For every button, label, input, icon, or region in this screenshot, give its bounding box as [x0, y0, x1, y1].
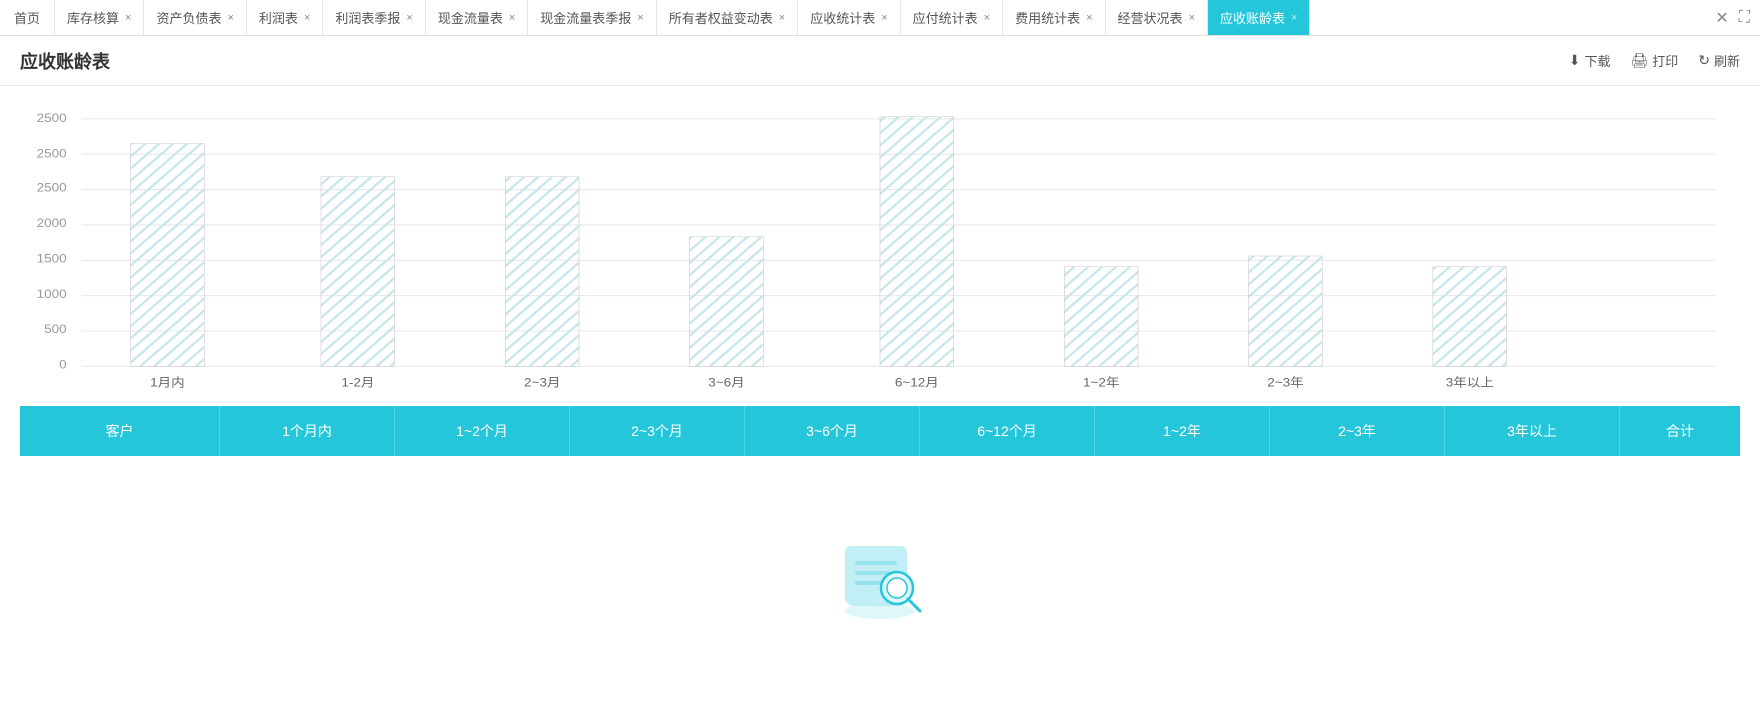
header-actions: ⬇ 下载 🖨 打印 ↻ 刷新: [1569, 51, 1740, 70]
empty-illustration: [825, 516, 935, 626]
col-3-6month: 3~6个月: [745, 406, 920, 456]
minimize-button[interactable]: ✕: [1715, 8, 1728, 28]
tab-close-balance[interactable]: ×: [227, 12, 233, 24]
svg-text:2500: 2500: [37, 112, 67, 125]
tab-close-ar-aging[interactable]: ×: [1291, 12, 1297, 24]
svg-text:2~3月: 2~3月: [524, 376, 560, 389]
tab-cashflow[interactable]: 现金流量表 ×: [426, 0, 528, 36]
svg-text:6~12月: 6~12月: [895, 376, 939, 389]
svg-text:3年以上: 3年以上: [1446, 376, 1494, 389]
col-6-12month: 6~12个月: [920, 406, 1095, 456]
chart-area: 2500 2500 2500 2000 1500 1000 500 0: [20, 106, 1740, 406]
empty-state: [20, 456, 1740, 666]
tab-close-equity[interactable]: ×: [779, 12, 785, 24]
tab-close-operation[interactable]: ×: [1189, 12, 1195, 24]
maximize-button[interactable]: ⛶: [1739, 9, 1750, 27]
svg-text:500: 500: [44, 323, 67, 336]
tab-operation[interactable]: 经营状况表 ×: [1106, 0, 1208, 36]
svg-text:1月内: 1月内: [150, 376, 184, 389]
tab-close-profit[interactable]: ×: [304, 12, 310, 24]
svg-text:2~3年: 2~3年: [1267, 376, 1304, 389]
tab-close-inventory[interactable]: ×: [125, 12, 131, 24]
tab-balance[interactable]: 资产负债表 ×: [144, 0, 246, 36]
tab-cashflow-quarterly[interactable]: 现金流量表季报 ×: [528, 0, 656, 36]
table-header: 客户 1个月内 1~2个月 2~3个月 3~6个月 6~12个月 1~2年 2~…: [20, 406, 1740, 456]
tab-ar-aging[interactable]: 应收账龄表 ×: [1208, 0, 1310, 36]
svg-text:2500: 2500: [37, 181, 67, 194]
col-2-3year: 2~3年: [1270, 406, 1445, 456]
svg-text:1000: 1000: [37, 288, 67, 301]
col-1month: 1个月内: [220, 406, 395, 456]
svg-text:0: 0: [59, 358, 67, 371]
col-2-3month: 2~3个月: [570, 406, 745, 456]
col-customer: 客户: [20, 406, 220, 456]
svg-text:2000: 2000: [37, 217, 67, 230]
main-content: 2500 2500 2500 2000 1500 1000 500 0: [0, 86, 1760, 720]
refresh-button[interactable]: ↻ 刷新: [1698, 51, 1740, 70]
col-total: 合计: [1620, 406, 1740, 456]
tab-expense-stat[interactable]: 费用统计表 ×: [1003, 0, 1105, 36]
tab-inventory[interactable]: 库存核算 ×: [55, 0, 144, 36]
tab-close-expense-stat[interactable]: ×: [1086, 12, 1092, 24]
window-controls: ✕ ⛶: [1705, 0, 1760, 36]
tab-equity[interactable]: 所有者权益变动表 ×: [657, 0, 798, 36]
tab-close-ar-stat[interactable]: ×: [881, 12, 887, 24]
refresh-icon: ↻: [1698, 52, 1710, 69]
svg-text:1~2年: 1~2年: [1083, 376, 1120, 389]
tab-close-ap-stat[interactable]: ×: [984, 12, 990, 24]
tab-bar: 首页 库存核算 × 资产负债表 × 利润表 × 利润表季报 × 现金流量表 × …: [0, 0, 1760, 36]
print-icon: 🖨: [1630, 52, 1648, 69]
bar-chart: 2500 2500 2500 2000 1500 1000 500 0: [20, 106, 1740, 406]
col-3plus-year: 3年以上: [1445, 406, 1620, 456]
tab-ar-stat[interactable]: 应收统计表 ×: [798, 0, 900, 36]
svg-text:2500: 2500: [37, 147, 67, 160]
print-button[interactable]: 🖨 打印: [1630, 51, 1678, 70]
svg-text:3~6月: 3~6月: [708, 376, 744, 389]
tab-close-profit-quarterly[interactable]: ×: [406, 12, 412, 24]
tab-profit[interactable]: 利润表 ×: [247, 0, 323, 36]
download-icon: ⬇: [1569, 52, 1581, 69]
tab-close-cashflow-quarterly[interactable]: ×: [637, 12, 643, 24]
tab-ap-stat[interactable]: 应付统计表 ×: [901, 0, 1003, 36]
tab-close-cashflow[interactable]: ×: [509, 12, 515, 24]
download-button[interactable]: ⬇ 下载: [1569, 51, 1611, 70]
table-body: [20, 456, 1740, 666]
tab-profit-quarterly[interactable]: 利润表季报 ×: [323, 0, 425, 36]
svg-text:1500: 1500: [37, 252, 67, 265]
col-1-2month: 1~2个月: [395, 406, 570, 456]
col-1-2year: 1~2年: [1095, 406, 1270, 456]
svg-text:1-2月: 1-2月: [341, 376, 374, 389]
tab-home[interactable]: 首页: [0, 0, 55, 36]
page-title: 应收账龄表: [20, 48, 110, 74]
page-header: 应收账龄表 ⬇ 下载 🖨 打印 ↻ 刷新: [0, 36, 1760, 86]
